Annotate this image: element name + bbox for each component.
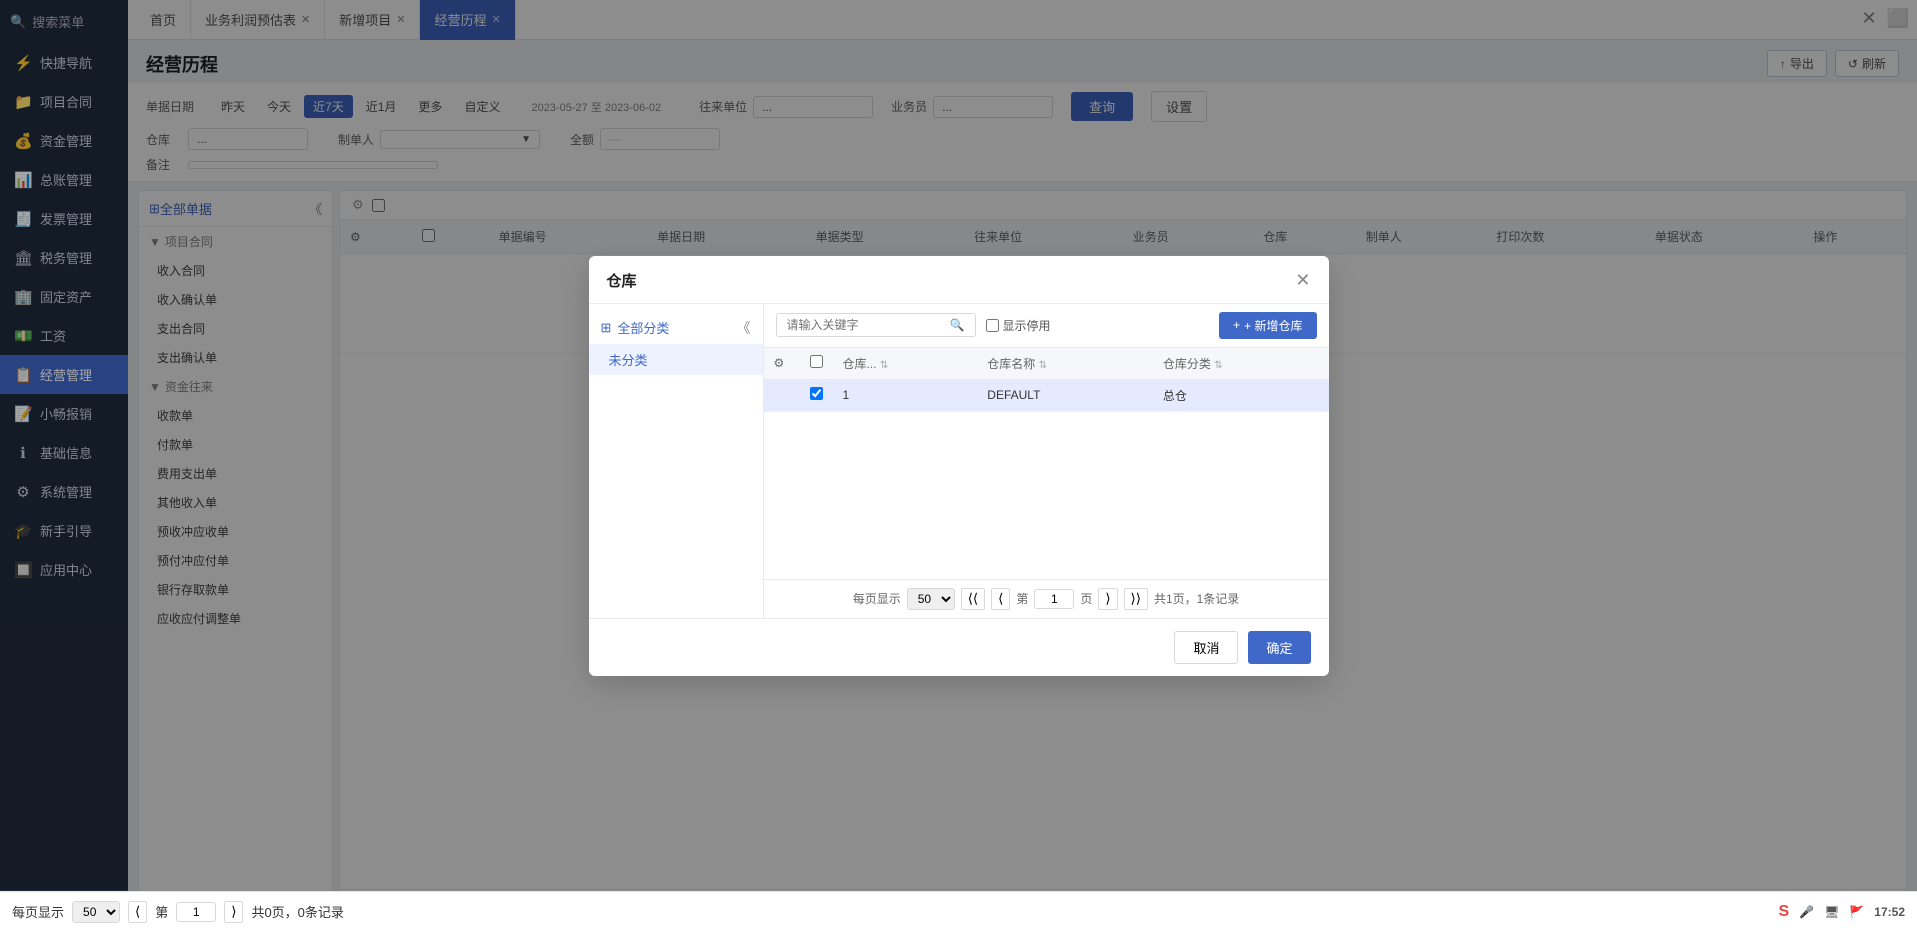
modal-col-gear[interactable]: ⚙ [764,348,800,380]
taskbar-right: S 🎤 🖥 🚩 17:52 [1778,903,1905,921]
sort-name-icon: ⇅ [1039,360,1047,371]
show-disabled-toggle[interactable]: 显示停用 [986,317,1051,334]
modal-close-button[interactable]: ✕ [1295,270,1310,291]
taskbar-icon-flag: 🚩 [1849,905,1864,919]
modal-per-page-select[interactable]: 50 [907,588,955,610]
modal-title: 仓库 [607,270,637,291]
modal-col-code[interactable]: 仓库... ⇅ [833,348,978,380]
taskbar-left: 每页显示 50 ⟨ 第 ⟩ 共0页，0条记录 [12,901,344,923]
modal-categories: ⊞ 全部分类 《 未分类 [589,304,764,618]
modal-page-label: 第 [1016,590,1028,607]
modal-page-input[interactable] [1034,589,1074,609]
row-name: 总仓 [1153,379,1329,411]
table-row[interactable]: 1 DEFAULT 总仓 [764,379,1329,411]
taskbar-per-page-label: 每页显示 [12,902,64,921]
add-warehouse-button[interactable]: + + 新增仓库 [1219,312,1316,339]
modal-right-panel: 🔍 显示停用 + + 新增仓库 ⚙ [764,304,1329,618]
modal-left-collapse-btn[interactable]: 《 [737,318,751,338]
warehouse-modal: 仓库 ✕ ⊞ 全部分类 《 未分类 🔍 显示停用 [589,256,1329,676]
modal-first-page-btn[interactable]: ⟨⟨ [961,588,985,610]
modal-page-suffix: 页 [1080,590,1092,607]
taskbar-page-label: 第 [155,902,168,921]
taskbar-page-input[interactable] [176,902,216,922]
modal-all-categories-label: 全部分类 [617,318,669,337]
modal-pagination: 每页显示 50 ⟨⟨ ⟨ 第 页 ⟩ ⟩⟩ 共1页，1条记录 [764,579,1329,618]
taskbar-per-page-select[interactable]: 50 [72,901,120,923]
taskbar-icon-screen: 🖥 [1824,905,1839,919]
sort-cat-icon: ⇅ [1214,360,1222,371]
show-disabled-checkbox[interactable] [986,319,999,332]
warehouse-table: ⚙ 仓库... ⇅ 仓库名称 ⇅ 仓库分类 [764,348,1329,412]
plus-icon: + [1233,318,1240,332]
modal-search-box[interactable]: 🔍 [776,313,976,337]
cancel-button[interactable]: 取消 [1174,631,1238,664]
modal-search-input[interactable] [787,318,944,332]
taskbar-icon-s: S [1778,903,1789,921]
modal-category-uncategorized[interactable]: 未分类 [589,344,763,375]
row-id: 1 [833,379,978,411]
taskbar-icon-mic: 🎤 [1799,905,1814,919]
row-checkbox[interactable] [800,379,833,411]
modal-all-categories[interactable]: ⊞ 全部分类 《 [589,312,763,344]
modal-body: ⊞ 全部分类 《 未分类 🔍 显示停用 + + [589,304,1329,618]
row-code: DEFAULT [977,379,1153,411]
taskbar-total: 共0页，0条记录 [251,902,343,921]
modal-toolbar: 🔍 显示停用 + + 新增仓库 [764,304,1329,348]
modal-col-name[interactable]: 仓库名称 ⇅ [977,348,1153,380]
modal-header: 仓库 ✕ [589,256,1329,304]
grid-icon: ⊞ [601,320,612,336]
confirm-button[interactable]: 确定 [1248,631,1310,664]
modal-col-category[interactable]: 仓库分类 ⇅ [1153,348,1329,380]
show-disabled-label: 显示停用 [1003,317,1051,334]
modal-total-text: 共1页，1条记录 [1154,590,1239,607]
taskbar: 每页显示 50 ⟨ 第 ⟩ 共0页，0条记录 S 🎤 🖥 🚩 17:52 [0,891,1917,931]
search-icon: 🔍 [950,318,965,332]
modal-per-page-label: 每页显示 [853,590,901,607]
taskbar-time: 17:52 [1874,905,1905,919]
row-gear [764,379,800,411]
taskbar-prev-btn[interactable]: ⟨ [128,901,147,923]
modal-prev-page-btn[interactable]: ⟨ [991,588,1010,610]
sort-code-icon: ⇅ [880,360,888,371]
modal-next-page-btn[interactable]: ⟩ [1098,588,1117,610]
modal-action-footer: 取消 确定 [589,618,1329,676]
taskbar-next-btn[interactable]: ⟩ [224,901,243,923]
modal-table-wrap: ⚙ 仓库... ⇅ 仓库名称 ⇅ 仓库分类 [764,348,1329,579]
modal-last-page-btn[interactable]: ⟩⟩ [1124,588,1148,610]
modal-col-checkbox[interactable] [800,348,833,380]
